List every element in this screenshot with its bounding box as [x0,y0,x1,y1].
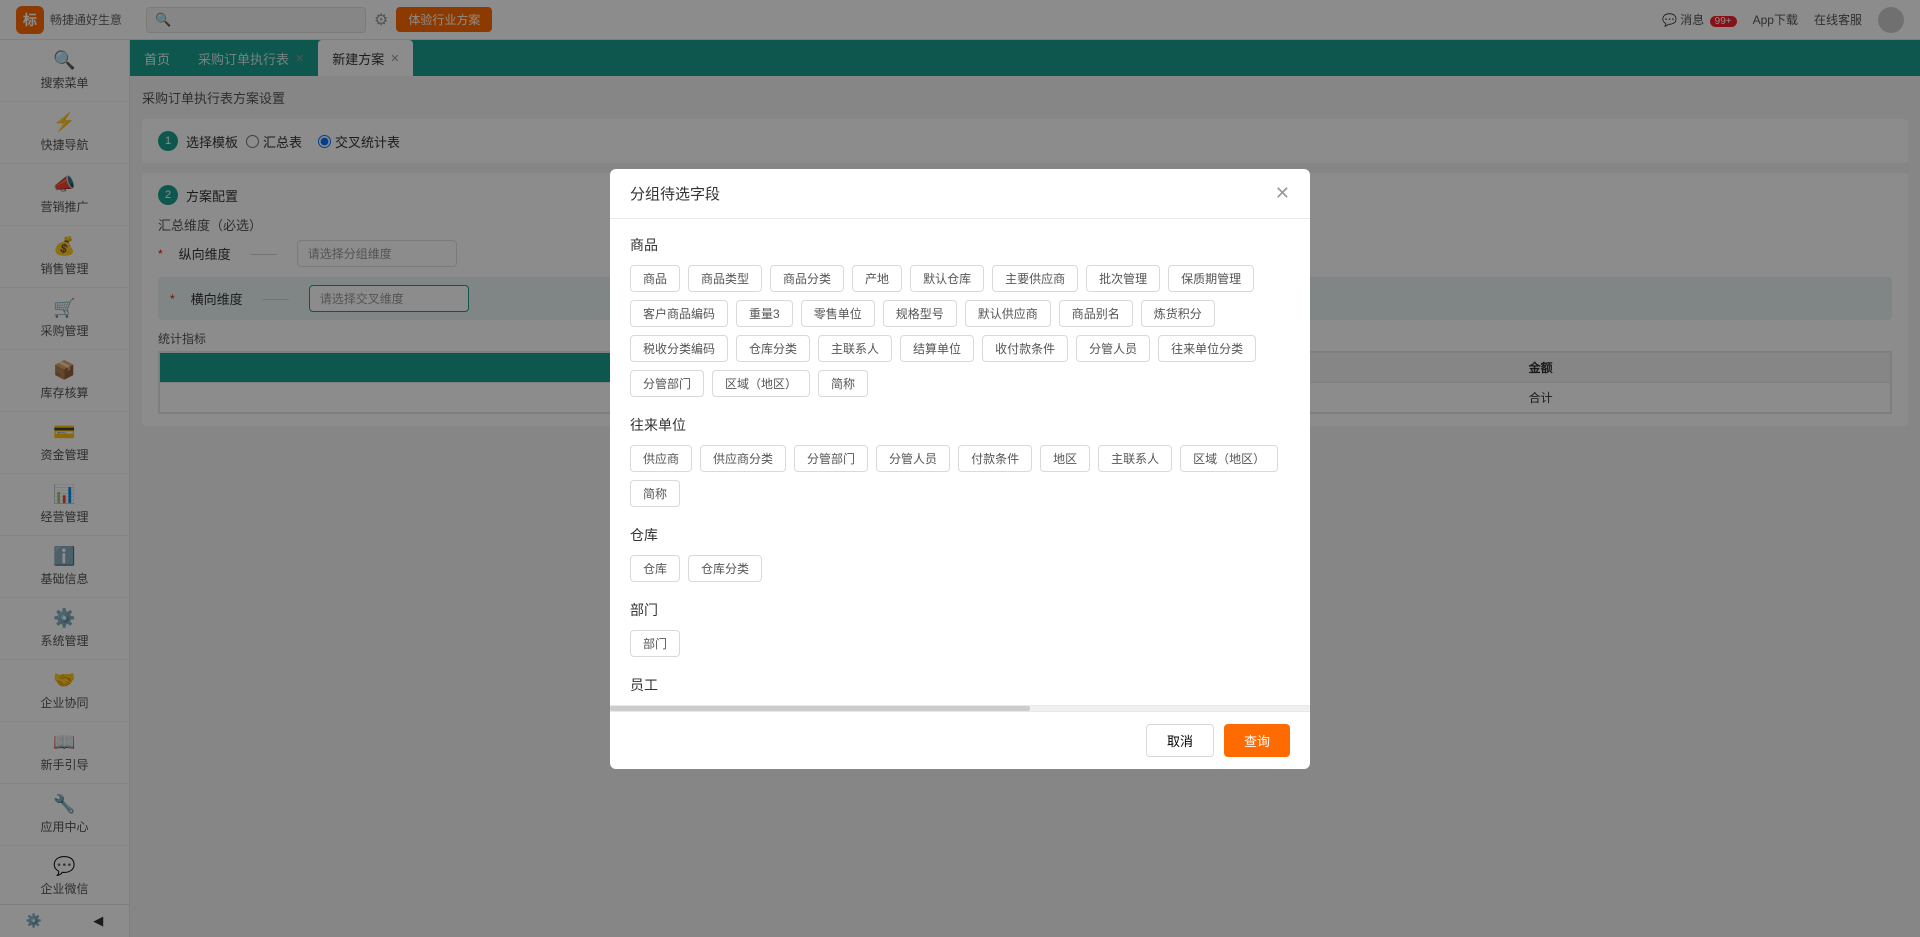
field-area[interactable]: 地区 [1040,445,1090,472]
section-product-title: 商品 [630,235,1290,255]
field-supervisor[interactable]: 分管人员 [1076,335,1150,362]
modal-overlay: 分组待选字段 ✕ 商品 商品 商品类型 商品分类 产地 默认仓库 主要供应商 批… [0,0,1920,937]
field-payment-cond[interactable]: 付款条件 [958,445,1032,472]
field-product-category[interactable]: 商品分类 [770,265,844,292]
field-points[interactable]: 炼货积分 [1141,300,1215,327]
field-product[interactable]: 商品 [630,265,680,292]
field-weight[interactable]: 重量3 [736,300,793,327]
field-select-modal: 分组待选字段 ✕ 商品 商品 商品类型 商品分类 产地 默认仓库 主要供应商 批… [610,169,1310,769]
section-dept-title: 部门 [630,600,1290,620]
field-supplier-category[interactable]: 供应商分类 [700,445,786,472]
field-payment-terms[interactable]: 收付款条件 [982,335,1068,362]
field-dept[interactable]: 分管部门 [630,370,704,397]
field-origin[interactable]: 产地 [852,265,902,292]
field-batch-mgmt[interactable]: 批次管理 [1086,265,1160,292]
dept-fields: 部门 [630,630,1290,657]
section-partner-title: 往来单位 [630,415,1290,435]
field-main-supplier[interactable]: 主要供应商 [992,265,1078,292]
modal-title: 分组待选字段 [630,183,720,204]
hscroll-thumb [610,706,1030,711]
section-partner: 往来单位 供应商 供应商分类 分管部门 分管人员 付款条件 地区 主联系人 区域… [630,415,1290,507]
modal-close-button[interactable]: ✕ [1275,183,1290,204]
field-main-contact[interactable]: 主联系人 [818,335,892,362]
modal-body: 商品 商品 商品类型 商品分类 产地 默认仓库 主要供应商 批次管理 保质期管理… [610,219,1310,705]
modal-header: 分组待选字段 ✕ [610,169,1310,219]
field-supplier[interactable]: 供应商 [630,445,692,472]
field-warehouse-category[interactable]: 仓库分类 [736,335,810,362]
warehouse-fields: 仓库 仓库分类 [630,555,1290,582]
field-short-name2[interactable]: 简称 [630,480,680,507]
section-warehouse: 仓库 仓库 仓库分类 [630,525,1290,582]
modal-footer: 取消 查询 [610,711,1310,769]
field-mgmt-person[interactable]: 分管人员 [876,445,950,472]
field-region2[interactable]: 区域（地区） [1180,445,1278,472]
field-main-contact2[interactable]: 主联系人 [1098,445,1172,472]
section-emp-title: 员工 [630,675,1290,695]
field-product-alias[interactable]: 商品别名 [1059,300,1133,327]
product-fields: 商品 商品类型 商品分类 产地 默认仓库 主要供应商 批次管理 保质期管理 客户… [630,265,1290,397]
section-department: 部门 部门 [630,600,1290,657]
partner-fields: 供应商 供应商分类 分管部门 分管人员 付款条件 地区 主联系人 区域（地区） … [630,445,1290,507]
section-warehouse-title: 仓库 [630,525,1290,545]
modal-hscroll[interactable] [610,705,1310,711]
field-partner-category[interactable]: 往来单位分类 [1158,335,1256,362]
field-retail-unit[interactable]: 零售单位 [801,300,875,327]
field-department[interactable]: 部门 [630,630,680,657]
confirm-button[interactable]: 查询 [1224,724,1290,757]
field-product-type[interactable]: 商品类型 [688,265,762,292]
cancel-button[interactable]: 取消 [1146,724,1214,757]
field-warehouse[interactable]: 仓库 [630,555,680,582]
field-mgmt-dept[interactable]: 分管部门 [794,445,868,472]
section-product: 商品 商品 商品类型 商品分类 产地 默认仓库 主要供应商 批次管理 保质期管理… [630,235,1290,397]
field-expiry-mgmt[interactable]: 保质期管理 [1168,265,1254,292]
field-warehouse-cat[interactable]: 仓库分类 [688,555,762,582]
field-settlement-unit[interactable]: 结算单位 [900,335,974,362]
field-region[interactable]: 区域（地区） [712,370,810,397]
field-short-name[interactable]: 简称 [818,370,868,397]
field-default-supplier[interactable]: 默认供应商 [965,300,1051,327]
field-tax-code[interactable]: 税收分类编码 [630,335,728,362]
section-employee: 员工 业务员 [630,675,1290,705]
field-default-warehouse[interactable]: 默认仓库 [910,265,984,292]
field-customer-code[interactable]: 客户商品编码 [630,300,728,327]
field-spec-type[interactable]: 规格型号 [883,300,957,327]
